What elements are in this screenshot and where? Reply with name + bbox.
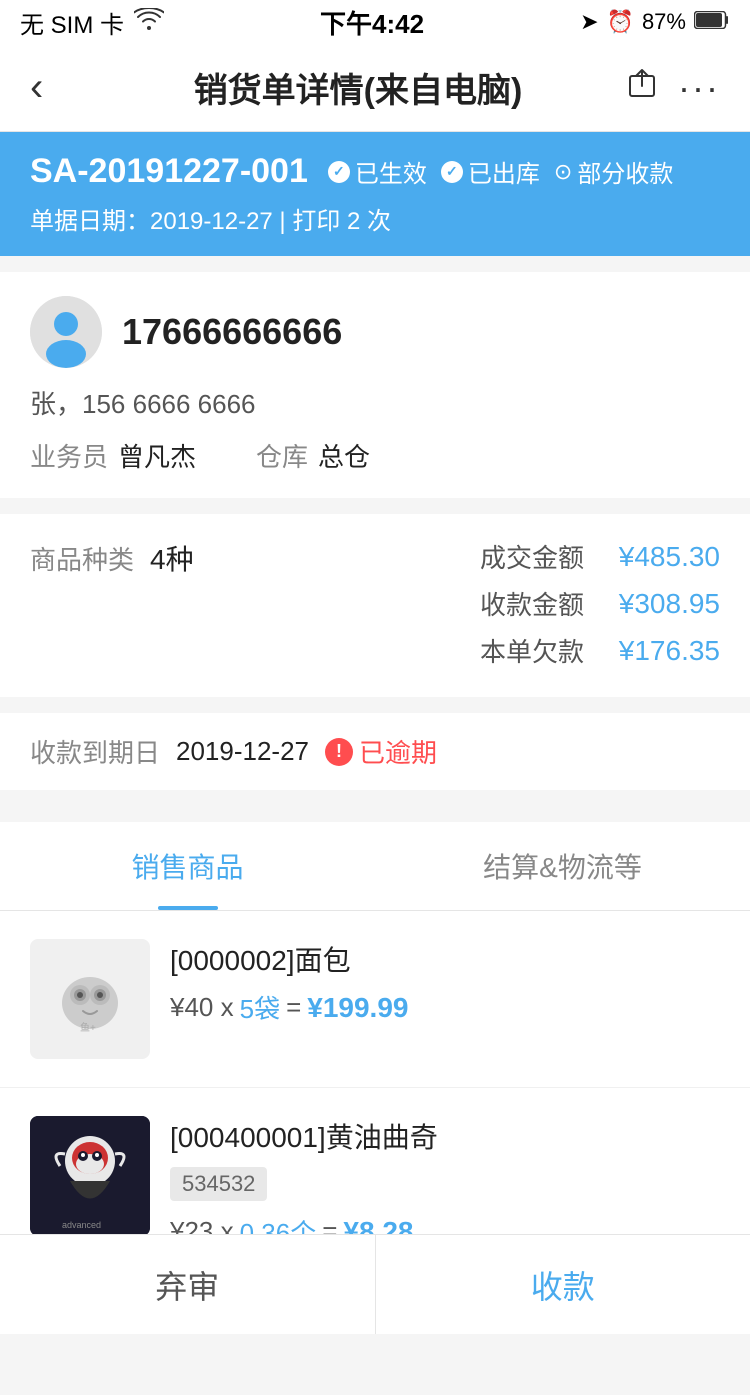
bread-qty: 5袋 (240, 989, 280, 1026)
stats-row: 商品种类 4种 成交金额 ¥485.30 收款金额 ¥308.95 本单欠款 ¥… (30, 538, 720, 669)
deal-amount: ¥485.30 (600, 541, 720, 573)
status-badge-outbound: ✓ 已出库 (441, 154, 540, 189)
overdue-text: 已逾期 (359, 733, 437, 770)
battery-icon (694, 9, 730, 35)
overdue-badge: ! 已逾期 (325, 733, 437, 770)
bread-equals: = (286, 992, 301, 1023)
page-title: 销货单详情(来自电脑) (194, 63, 523, 112)
customer-section: 17666666666 张，156 6666 6666 业务员 曾凡杰 仓库 总… (0, 272, 750, 498)
received-label: 收款金额 (480, 585, 584, 622)
bottom-bar: 弃审 收款 (0, 1234, 750, 1334)
owed-label: 本单欠款 (480, 632, 584, 669)
sim-status: 无 SIM 卡 (20, 5, 124, 40)
bread-total: ¥199.99 (307, 992, 408, 1024)
customer-top: 17666666666 (30, 296, 720, 368)
stats-deal: 成交金额 ¥485.30 (480, 538, 720, 575)
deal-label: 成交金额 (480, 538, 584, 575)
cancel-label: 弃审 (155, 1262, 219, 1308)
warehouse-value: 总仓 (318, 437, 370, 474)
product-price-bread: ¥40 x 5袋 = ¥199.99 (170, 989, 720, 1026)
product-info-cookie: [000400001]黄油曲奇 534532 ¥23 x 0.36个 = ¥8.… (170, 1116, 720, 1250)
nav-bar: ‹ 销货单详情(来自电脑) ··· (0, 44, 750, 132)
sales-person: 业务员 曾凡杰 (30, 437, 196, 474)
battery-level: 87% (642, 9, 686, 35)
due-date-value: 2019-12-27 (176, 736, 309, 767)
warehouse-label: 仓库 (256, 437, 308, 474)
cancel-button[interactable]: 弃审 (0, 1235, 376, 1334)
more-icon[interactable]: ··· (678, 67, 720, 109)
check-icon-outbound: ✓ (441, 161, 463, 183)
badge-outbound-label: 已出库 (468, 154, 540, 189)
product-info-bread: [0000002]面包 ¥40 x 5袋 = ¥199.99 (170, 939, 720, 1026)
wifi-icon (134, 8, 164, 37)
product-name-cookie: [000400001]黄油曲奇 (170, 1116, 720, 1156)
category-label: 商品种类 (30, 540, 134, 577)
status-badges: ✓ 已生效 ✓ 已出库 ⊙ 部分收款 (328, 154, 673, 189)
nav-actions: ··· (626, 67, 720, 109)
product-thumb-cookie: advanced (30, 1116, 150, 1236)
overdue-icon: ! (325, 738, 353, 766)
warehouse: 仓库 总仓 (256, 437, 370, 474)
back-button[interactable]: ‹ (30, 65, 90, 110)
clock-icon: ⊙ (554, 159, 572, 185)
svg-text:鱼+: 鱼+ (80, 1021, 96, 1034)
status-bar: 无 SIM 卡 下午4:42 ➤ ⏰ 87% (0, 0, 750, 44)
category-value: 4种 (150, 538, 194, 578)
avatar (30, 296, 102, 368)
order-sub-info: 单据日期：2019-12-27 | 打印 2 次 (30, 201, 720, 236)
stats-owed: 本单欠款 ¥176.35 (480, 632, 720, 669)
section-divider (0, 790, 750, 806)
confirm-label: 收款 (531, 1262, 595, 1308)
confirm-button[interactable]: 收款 (376, 1235, 750, 1334)
status-bar-right: ➤ ⏰ 87% (580, 9, 730, 35)
tab-settlement[interactable]: 结算&物流等 (375, 822, 750, 910)
due-section: 收款到期日 2019-12-27 ! 已逾期 (0, 713, 750, 790)
order-id: SA-20191227-001 (30, 152, 308, 191)
badge-active-label: 已生效 (355, 154, 427, 189)
customer-meta: 业务员 曾凡杰 仓库 总仓 (30, 437, 720, 474)
svg-text:advanced: advanced (62, 1220, 101, 1230)
stats-category: 商品种类 4种 (30, 538, 194, 578)
customer-id: 17666666666 (122, 311, 342, 353)
order-header: SA-20191227-001 ✓ 已生效 ✓ 已出库 ⊙ 部分收款 单据日期：… (0, 132, 750, 256)
sales-person-label: 业务员 (30, 437, 108, 474)
received-amount: ¥308.95 (600, 588, 720, 620)
status-badge-partial: ⊙ 部分收款 (554, 154, 673, 189)
due-label: 收款到期日 (30, 733, 160, 770)
alarm-icon: ⏰ (607, 9, 634, 35)
product-item-bread: 鱼+ [0000002]面包 ¥40 x 5袋 = ¥199.99 (0, 911, 750, 1088)
tab-products[interactable]: 销售商品 (0, 822, 375, 910)
badge-partial-label: 部分收款 (577, 154, 673, 189)
product-list: 鱼+ [0000002]面包 ¥40 x 5袋 = ¥199.99 (0, 911, 750, 1279)
product-name-bread: [0000002]面包 (170, 939, 720, 979)
sales-person-value: 曾凡杰 (118, 437, 196, 474)
share-icon[interactable] (626, 68, 658, 107)
status-bar-left: 无 SIM 卡 (20, 5, 164, 40)
stats-amounts: 成交金额 ¥485.30 收款金额 ¥308.95 本单欠款 ¥176.35 (480, 538, 720, 669)
stats-received: 收款金额 ¥308.95 (480, 585, 720, 622)
tab-settlement-label: 结算&物流等 (483, 846, 642, 886)
owed-amount: ¥176.35 (600, 635, 720, 667)
check-icon-active: ✓ (328, 161, 350, 183)
status-badge-active: ✓ 已生效 (328, 154, 427, 189)
location-icon: ➤ (580, 9, 598, 35)
tabs-section: 销售商品 结算&物流等 (0, 822, 750, 911)
status-time: 下午4:42 (320, 4, 424, 41)
bread-price: ¥40 x (170, 992, 234, 1023)
order-header-top: SA-20191227-001 ✓ 已生效 ✓ 已出库 ⊙ 部分收款 (30, 152, 720, 191)
stats-section: 商品种类 4种 成交金额 ¥485.30 收款金额 ¥308.95 本单欠款 ¥… (0, 514, 750, 697)
customer-contact: 张，156 6666 6666 (30, 384, 720, 421)
product-thumb-bread: 鱼+ (30, 939, 150, 1059)
product-tag-cookie: 534532 (170, 1167, 267, 1201)
tabs-bar: 销售商品 结算&物流等 (0, 822, 750, 911)
tab-products-label: 销售商品 (131, 846, 243, 886)
